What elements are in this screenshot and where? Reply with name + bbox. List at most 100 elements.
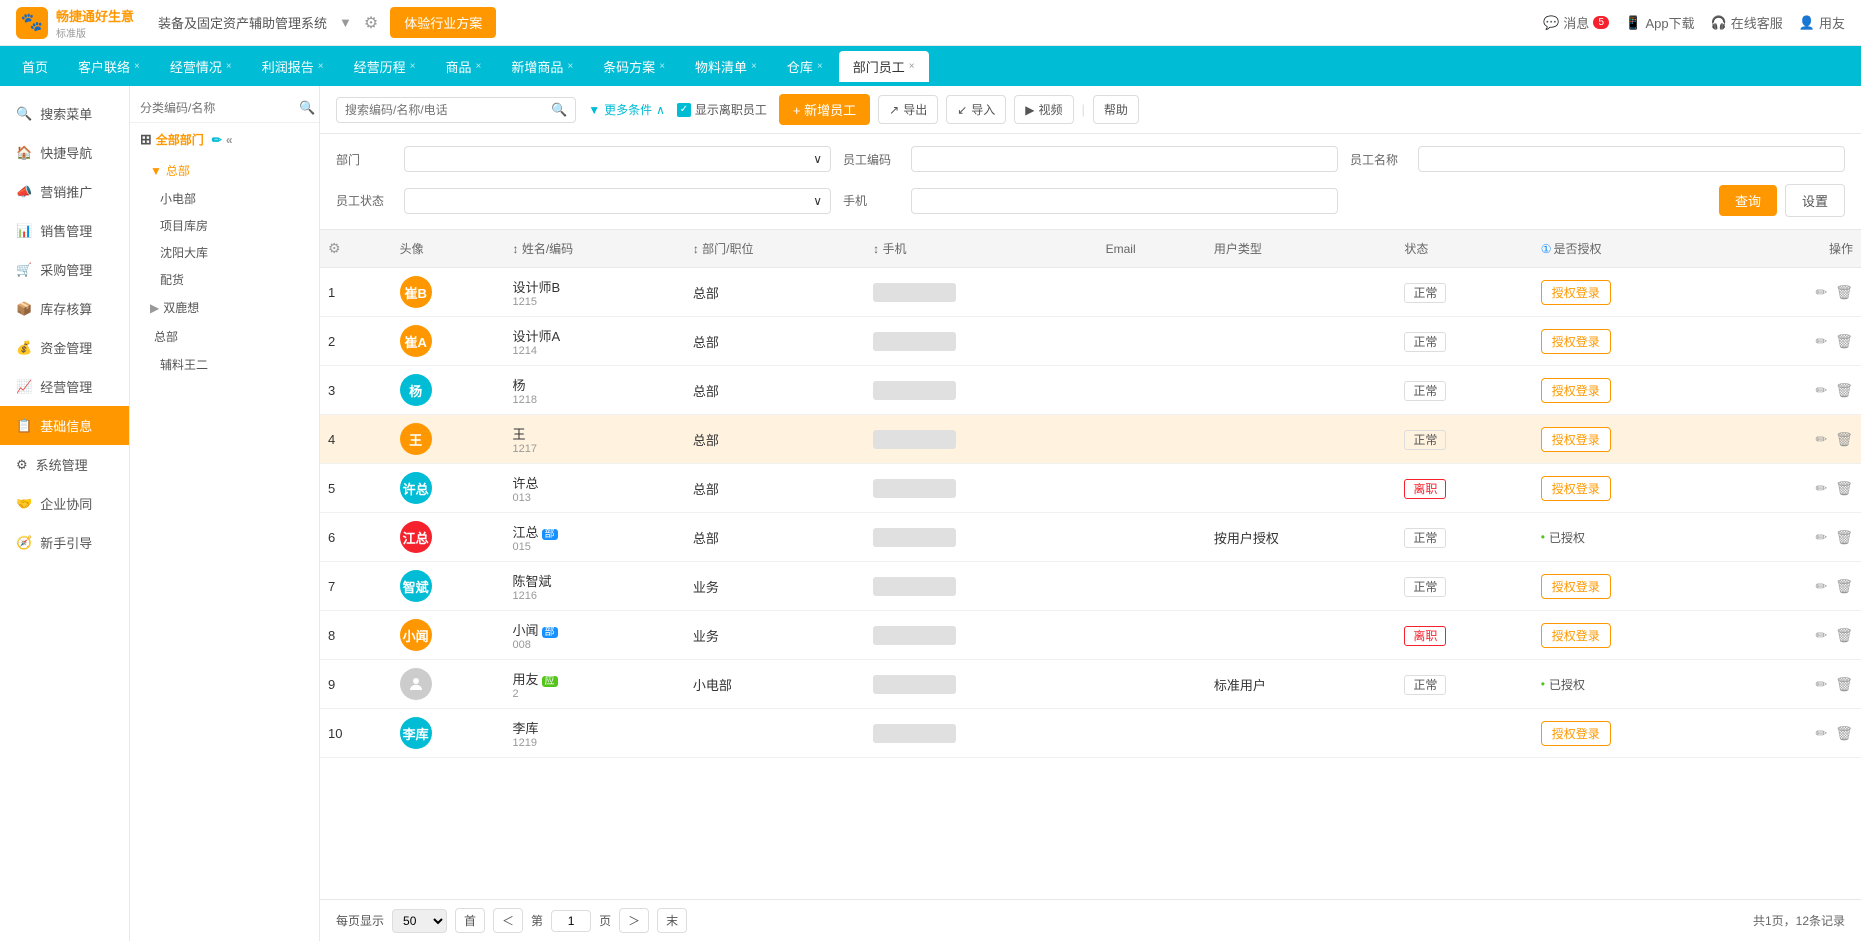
emp-name-input[interactable] <box>1418 146 1845 172</box>
sidebar-item-purchase[interactable]: 🛒 采购管理 <box>0 250 129 289</box>
chevron-down-icon[interactable]: ▼ <box>339 15 352 30</box>
close-tab-icon[interactable]: × <box>134 61 140 72</box>
close-tab-icon[interactable]: × <box>226 61 232 72</box>
delete-icon[interactable]: 🗑 <box>1835 529 1853 546</box>
sidebar-item-sales[interactable]: 📊 销售管理 <box>0 211 129 250</box>
sidebar-item-finance[interactable]: 💰 资金管理 <box>0 328 129 367</box>
search-button[interactable]: 查询 <box>1719 185 1777 216</box>
close-tab-icon[interactable]: × <box>567 61 573 72</box>
delete-icon[interactable]: 🗑 <box>1835 284 1853 301</box>
edit-icon[interactable]: ✏ <box>1815 382 1827 399</box>
th-phone[interactable]: ↕ 手机 <box>865 230 1097 268</box>
delete-icon[interactable]: 🗑 <box>1835 333 1853 350</box>
th-dept[interactable]: ↕ 部门/职位 <box>685 230 865 268</box>
nav-tab-经营情况[interactable]: 经营情况 × <box>156 51 246 82</box>
sidebar-item-cooperation[interactable]: 🤝 企业协同 <box>0 484 129 523</box>
view-button[interactable]: ▶ 视频 <box>1014 95 1073 124</box>
close-tab-icon[interactable]: × <box>410 61 416 72</box>
dept-tree-item-shuanglu[interactable]: ▶ 双鹿想 <box>130 293 319 322</box>
dept-search-icon[interactable]: 🔍 <box>299 100 315 116</box>
nav-tab-新增商品[interactable]: 新增商品 × <box>497 51 587 82</box>
dept-tree-item-zongbu[interactable]: ▼ 总部 <box>130 156 319 185</box>
delete-icon[interactable]: 🗑 <box>1835 578 1853 595</box>
trial-button[interactable]: 体验行业方案 <box>390 7 496 38</box>
delete-icon[interactable]: 🗑 <box>1835 627 1853 644</box>
online-service-button[interactable]: 🎧 在线客服 <box>1711 13 1783 32</box>
nav-tab-商品[interactable]: 商品 × <box>431 51 495 82</box>
close-tab-icon[interactable]: × <box>751 61 757 72</box>
dept-tree-sub-fuzhi[interactable]: 辅料王二 <box>130 351 319 378</box>
nav-tab-仓库[interactable]: 仓库 × <box>773 51 837 82</box>
th-gear[interactable]: ⚙ <box>320 230 392 268</box>
phone-input[interactable] <box>911 188 1338 214</box>
sidebar-item-basic-info[interactable]: 📋 基础信息 <box>0 406 129 445</box>
auth-login-button[interactable]: 授权登录 <box>1541 378 1611 403</box>
add-employee-button[interactable]: + 新增员工 <box>779 94 870 125</box>
auth-login-button[interactable]: 授权登录 <box>1541 574 1611 599</box>
dept-select[interactable]: ∨ <box>404 146 831 172</box>
edit-icon[interactable]: ✏ <box>1815 431 1827 448</box>
edit-icon[interactable]: ✏ <box>1815 284 1827 301</box>
nav-tab-首页[interactable]: 首页 <box>8 51 62 82</box>
auth-login-button[interactable]: 授权登录 <box>1541 476 1611 501</box>
sidebar-item-system[interactable]: ⚙ 系统管理 <box>0 445 129 484</box>
user-avatar[interactable]: 👤 用友 <box>1799 13 1845 32</box>
close-tab-icon[interactable]: × <box>475 61 481 72</box>
nav-tab-物料清单[interactable]: 物料清单 × <box>681 51 771 82</box>
auth-login-button[interactable]: 授权登录 <box>1541 721 1611 746</box>
nav-tab-经营历程[interactable]: 经营历程 × <box>340 51 430 82</box>
sidebar-item-search[interactable]: 🔍 搜索菜单 <box>0 94 129 133</box>
edit-icon[interactable]: ✏ <box>1815 725 1827 742</box>
emp-code-input[interactable] <box>911 146 1338 172</box>
import-button[interactable]: ↙ 导入 <box>946 95 1006 124</box>
help-button[interactable]: 帮助 <box>1093 95 1139 124</box>
edit-icon[interactable]: ✏ <box>1815 627 1827 644</box>
search-icon-btn[interactable]: 🔍 <box>551 102 567 118</box>
dept-tree-item-zongbu2[interactable]: 总部 <box>130 322 319 351</box>
sidebar-item-marketing[interactable]: 📣 营销推广 <box>0 172 129 211</box>
dept-tree-sub-xiaodian[interactable]: 小电部 <box>130 185 319 212</box>
sidebar-item-guide[interactable]: 🧭 新手引导 <box>0 523 129 562</box>
delete-icon[interactable]: 🗑 <box>1835 725 1853 742</box>
dept-tree-sub-peihuo[interactable]: 配货 <box>130 266 319 293</box>
sidebar-item-quick-nav[interactable]: 🏠 快捷导航 <box>0 133 129 172</box>
auth-login-button[interactable]: 授权登录 <box>1541 329 1611 354</box>
edit-icon[interactable]: ✏ <box>1815 480 1827 497</box>
auth-login-button[interactable]: 授权登录 <box>1541 623 1611 648</box>
delete-icon[interactable]: 🗑 <box>1835 676 1853 693</box>
delete-icon[interactable]: 🗑 <box>1835 431 1853 448</box>
collapse-icon[interactable]: « <box>226 133 233 147</box>
edit-icon[interactable]: ✏ <box>1815 676 1827 693</box>
auth-login-button[interactable]: 授权登录 <box>1541 427 1611 452</box>
nav-tab-条码方案[interactable]: 条码方案 × <box>589 51 679 82</box>
close-tab-icon[interactable]: × <box>659 61 665 72</box>
sidebar-item-operations[interactable]: 📈 经营管理 <box>0 367 129 406</box>
nav-tab-客户联络[interactable]: 客户联络 × <box>64 51 154 82</box>
sidebar-item-inventory[interactable]: 📦 库存核算 <box>0 289 129 328</box>
more-conditions-btn[interactable]: ▼ 更多条件 ∧ <box>588 101 665 118</box>
prev-page-button[interactable]: ＜ <box>493 908 523 933</box>
close-tab-icon[interactable]: × <box>909 61 915 72</box>
search-input[interactable] <box>345 103 545 117</box>
last-page-button[interactable]: 末 <box>657 908 687 933</box>
th-name[interactable]: ↕ 姓名/编码 <box>505 230 685 268</box>
message-button[interactable]: 💬 消息 5 <box>1543 13 1609 32</box>
next-page-button[interactable]: ＞ <box>619 908 649 933</box>
close-tab-icon[interactable]: × <box>817 61 823 72</box>
edit-icon[interactable]: ✏ <box>1815 333 1827 350</box>
auth-login-button[interactable]: 授权登录 <box>1541 280 1611 305</box>
edit-icon[interactable]: ✏ <box>1815 578 1827 595</box>
nav-tab-利润报告[interactable]: 利润报告 × <box>248 51 338 82</box>
nav-tab-部门员工[interactable]: 部门员工 × <box>839 51 929 82</box>
edit-icon[interactable]: ✏ <box>1815 529 1827 546</box>
edit-dept-icon[interactable]: ✏ <box>212 133 222 147</box>
dept-search-input[interactable] <box>140 101 295 115</box>
close-tab-icon[interactable]: × <box>318 61 324 72</box>
page-input[interactable] <box>551 910 591 932</box>
show-resigned-toggle[interactable]: ✓ 显示离职员工 <box>677 101 767 118</box>
delete-icon[interactable]: 🗑 <box>1835 382 1853 399</box>
dept-tree-sub-project[interactable]: 项目库房 <box>130 212 319 239</box>
page-size-select[interactable]: 50 20 100 <box>392 909 447 933</box>
export-button[interactable]: ↗ 导出 <box>878 95 938 124</box>
delete-icon[interactable]: 🗑 <box>1835 480 1853 497</box>
